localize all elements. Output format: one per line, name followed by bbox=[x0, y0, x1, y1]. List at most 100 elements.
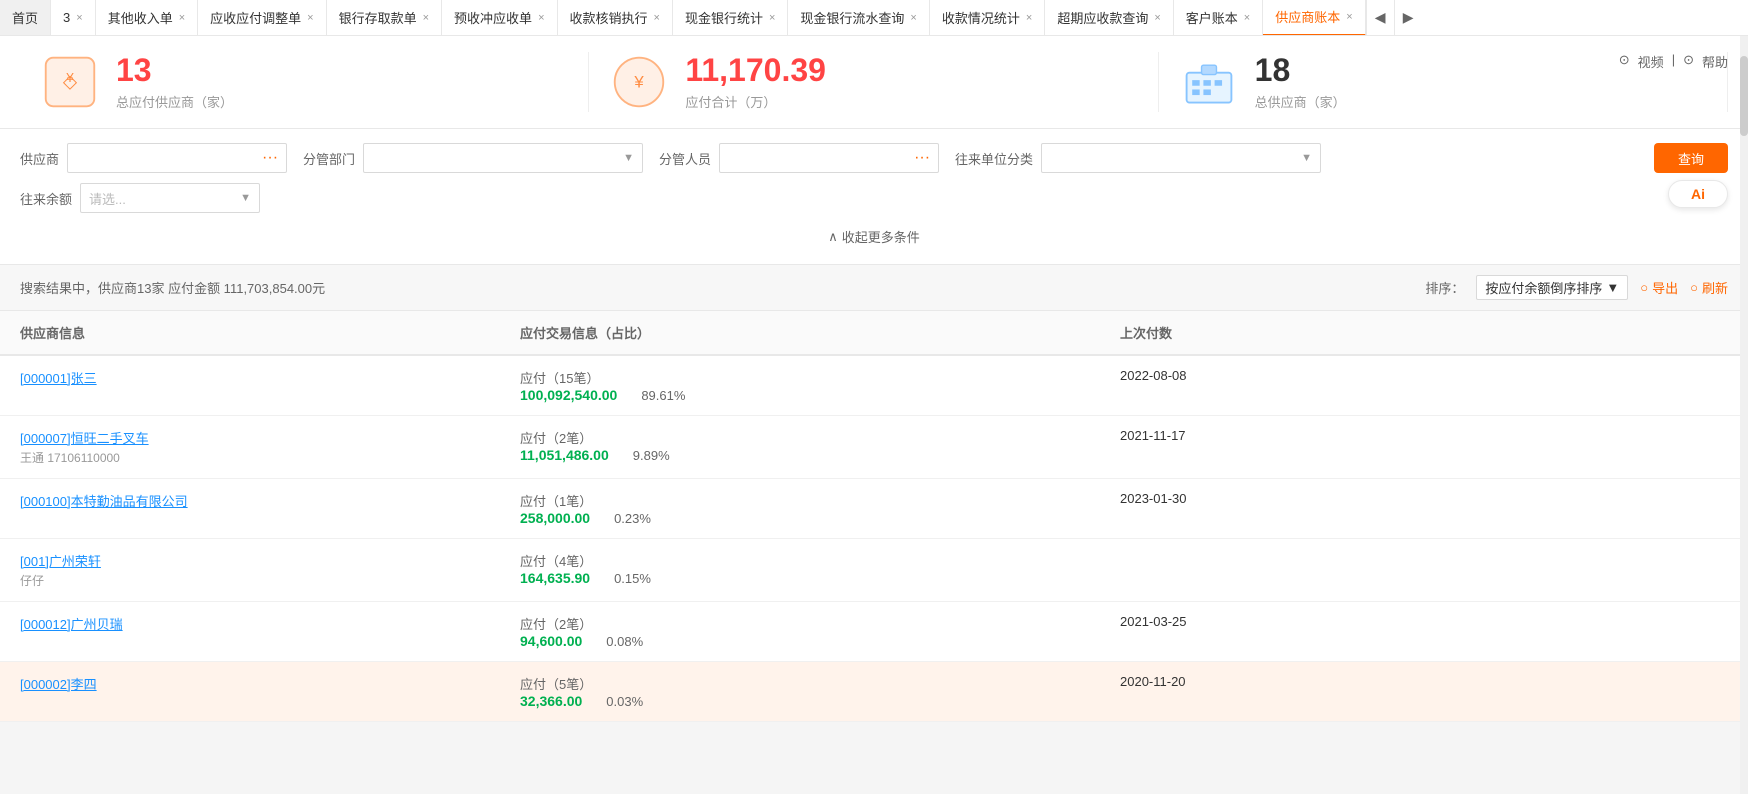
row4-supplier-contact: 仔仔 bbox=[20, 572, 520, 589]
table-row[interactable]: [001]广州荣轩 仔仔 应付（4笔） 164,635.90 0.15% bbox=[0, 539, 1748, 602]
nav-prev-arrow[interactable]: ◀ bbox=[1366, 0, 1394, 36]
total-suppliers-icon bbox=[1179, 52, 1239, 112]
nav-bank-deposit[interactable]: 银行存取款单 × bbox=[327, 0, 442, 36]
result-bar: 搜索结果中，供应商13家 应付金额 111,703,854.00元 排序： 按应… bbox=[0, 265, 1748, 311]
row4-transaction-amount[interactable]: 164,635.90 bbox=[520, 570, 590, 586]
row4-supplier-name[interactable]: [001]广州荣轩 bbox=[20, 551, 520, 570]
supplier-input[interactable] bbox=[76, 144, 262, 172]
nav-next-arrow[interactable]: ▶ bbox=[1394, 0, 1422, 36]
nav-payment-verify[interactable]: 收款核销执行 × bbox=[558, 0, 673, 36]
nav-prepay-ar[interactable]: 预收冲应收单 × bbox=[442, 0, 557, 36]
result-text: 搜索结果中，供应商13家 应付金额 111,703,854.00元 bbox=[20, 278, 325, 297]
refresh-icon: ○ bbox=[1690, 280, 1698, 295]
summary-content-total-suppliers: 18 总供应商（家） bbox=[1255, 53, 1346, 111]
nav-payment-stat-close[interactable]: × bbox=[1026, 12, 1032, 24]
nav-other-income-close[interactable]: × bbox=[179, 12, 185, 24]
row1-supplier-col: [000001]张三 bbox=[20, 368, 520, 389]
row5-transaction-col: 应付（2笔） 94,600.00 0.08% bbox=[520, 614, 1120, 649]
row3-lastpay: 2023-01-30 bbox=[1120, 491, 1728, 506]
nav-ar-ap-adjust-label: 应收应付调整单 bbox=[210, 8, 301, 27]
scrollbar[interactable] bbox=[1740, 36, 1748, 794]
person-filter-label: 分管人员 bbox=[659, 149, 711, 168]
summary-card-ap-suppliers: ◇ ¥ 13 总应付供应商（家） bbox=[20, 52, 589, 112]
dept-chevron-icon: ▼ bbox=[623, 152, 634, 164]
row4-transaction-percent: 0.15% bbox=[614, 571, 651, 586]
row6-supplier-name[interactable]: [000002]李四 bbox=[20, 674, 520, 693]
refresh-button[interactable]: ○ 刷新 bbox=[1690, 278, 1728, 297]
nav-bank-deposit-close[interactable]: × bbox=[423, 12, 429, 24]
table-row[interactable]: [000012]广州贝瑞 应付（2笔） 94,600.00 0.08% 2021… bbox=[0, 602, 1748, 662]
nav-ar-ap-adjust-close[interactable]: × bbox=[307, 12, 313, 24]
supplier-dots[interactable]: ··· bbox=[262, 149, 278, 167]
nav-supplier-ledger[interactable]: 供应商账本 × bbox=[1263, 0, 1365, 36]
nav-prepay-ar-close[interactable]: × bbox=[538, 12, 544, 24]
nav-overdue-ar[interactable]: 超期应收款查询 × bbox=[1045, 0, 1173, 36]
ap-total-label: 应付合计（万） bbox=[685, 92, 826, 111]
filter-row-1: 供应商 ··· 分管部门 ▼ 分管人员 ··· 往来单位分类 bbox=[20, 143, 1728, 173]
nav-cash-bank-stat-close[interactable]: × bbox=[769, 12, 775, 24]
ap-total-icon: ¥ bbox=[609, 52, 669, 112]
row2-transaction-row: 11,051,486.00 9.89% bbox=[520, 447, 1120, 463]
nav-payment-verify-close[interactable]: × bbox=[654, 12, 660, 24]
nav-cash-bank-stat-label: 现金银行统计 bbox=[685, 8, 763, 27]
table-row[interactable]: [000007]恒旺二手叉车 王通 17106110000 应付（2笔） 11,… bbox=[0, 416, 1748, 479]
dept-filter-label: 分管部门 bbox=[303, 149, 355, 168]
nav-supplier-ledger-close[interactable]: × bbox=[1346, 11, 1352, 23]
svg-text:¥: ¥ bbox=[65, 70, 74, 85]
nav-home[interactable]: 首页 bbox=[0, 0, 51, 36]
nav-cash-bank-flow[interactable]: 现金银行流水查询 × bbox=[788, 0, 929, 36]
person-input[interactable] bbox=[728, 144, 914, 172]
video-link[interactable]: 视频 bbox=[1638, 52, 1664, 71]
row1-transaction-col: 应付（15笔） 100,092,540.00 89.61% bbox=[520, 368, 1120, 403]
query-button[interactable]: 查询 bbox=[1654, 143, 1728, 173]
row5-transaction-amount[interactable]: 94,600.00 bbox=[520, 633, 582, 649]
nav-tab3[interactable]: 3 × bbox=[51, 0, 96, 36]
nav-customer-ledger[interactable]: 客户账本 × bbox=[1174, 0, 1263, 36]
col-header-transaction: 应付交易信息（占比） bbox=[520, 323, 1120, 342]
category-filter-label: 往来单位分类 bbox=[955, 149, 1033, 168]
nav-cash-bank-flow-close[interactable]: × bbox=[910, 12, 916, 24]
sort-select[interactable]: 按应付余额倒序排序 ▼ bbox=[1476, 275, 1628, 300]
main-table: 供应商信息 应付交易信息（占比） 上次付数 [000001]张三 应付（15笔）… bbox=[0, 311, 1748, 722]
filter-balance: 往来余额 请选... ▼ bbox=[20, 183, 260, 213]
top-right-links: ⊙ 视频 | ⊙ 帮助 bbox=[1619, 52, 1728, 71]
nav-cash-bank-stat[interactable]: 现金银行统计 × bbox=[673, 0, 788, 36]
table-row[interactable]: [000100]本特勤油品有限公司 应付（1笔） 258,000.00 0.23… bbox=[0, 479, 1748, 539]
row6-transaction-percent: 0.03% bbox=[606, 694, 643, 709]
nav-payment-stat-label: 收款情况统计 bbox=[942, 8, 1020, 27]
table-header: 供应商信息 应付交易信息（占比） 上次付数 bbox=[0, 311, 1748, 356]
row4-supplier-col: [001]广州荣轩 仔仔 bbox=[20, 551, 520, 589]
row2-transaction-percent: 9.89% bbox=[633, 448, 670, 463]
balance-input[interactable]: 请选... bbox=[89, 189, 240, 208]
table-row[interactable]: [000001]张三 应付（15笔） 100,092,540.00 89.61%… bbox=[0, 356, 1748, 416]
export-button[interactable]: ○ 导出 bbox=[1640, 278, 1678, 297]
row5-transaction-row: 94,600.00 0.08% bbox=[520, 633, 1120, 649]
row3-transaction-amount[interactable]: 258,000.00 bbox=[520, 510, 590, 526]
collapse-button[interactable]: ∧ 收起更多条件 bbox=[828, 227, 920, 246]
row3-transaction-label: 应付（1笔） bbox=[520, 491, 1120, 510]
nav-tab3-close[interactable]: × bbox=[76, 12, 82, 24]
nav-other-income[interactable]: 其他收入单 × bbox=[96, 0, 198, 36]
ap-suppliers-label: 总应付供应商（家） bbox=[116, 92, 233, 111]
category-chevron-icon: ▼ bbox=[1301, 152, 1312, 164]
row3-supplier-name[interactable]: [000100]本特勤油品有限公司 bbox=[20, 491, 520, 510]
table-row[interactable]: [000002]李四 应付（5笔） 32,366.00 0.03% 2020-1… bbox=[0, 662, 1748, 722]
nav-payment-stat[interactable]: 收款情况统计 × bbox=[930, 0, 1045, 36]
nav-overdue-ar-close[interactable]: × bbox=[1154, 12, 1160, 24]
row1-lastpay: 2022-08-08 bbox=[1120, 368, 1728, 383]
person-dots[interactable]: ··· bbox=[914, 149, 930, 167]
filter-supplier: 供应商 ··· bbox=[20, 143, 287, 173]
row6-transaction-label: 应付（5笔） bbox=[520, 674, 1120, 693]
help-link[interactable]: 帮助 bbox=[1702, 52, 1728, 71]
collapse-up-icon: ∧ bbox=[828, 229, 838, 245]
row2-transaction-amount[interactable]: 11,051,486.00 bbox=[520, 447, 609, 463]
nav-ar-ap-adjust[interactable]: 应收应付调整单 × bbox=[198, 0, 326, 36]
row1-transaction-amount[interactable]: 100,092,540.00 bbox=[520, 387, 617, 403]
row1-supplier-name[interactable]: [000001]张三 bbox=[20, 368, 520, 387]
row2-supplier-name[interactable]: [000007]恒旺二手叉车 bbox=[20, 428, 520, 447]
scrollbar-thumb[interactable] bbox=[1740, 56, 1748, 136]
row5-supplier-name[interactable]: [000012]广州贝瑞 bbox=[20, 614, 520, 633]
nav-customer-ledger-close[interactable]: × bbox=[1244, 12, 1250, 24]
row6-transaction-amount[interactable]: 32,366.00 bbox=[520, 693, 582, 709]
ai-button[interactable]: Ai bbox=[1668, 180, 1728, 208]
